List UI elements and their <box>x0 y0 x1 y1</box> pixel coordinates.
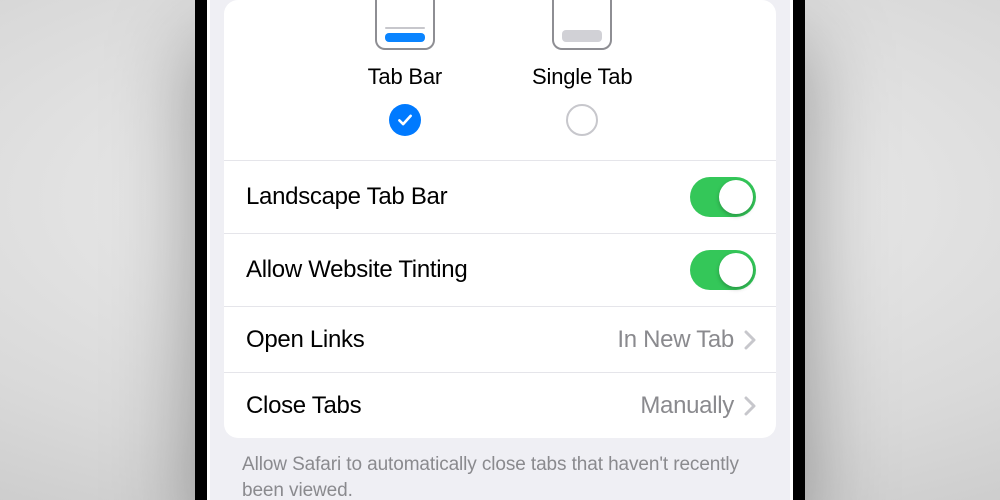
row-value: In New Tab <box>617 326 734 354</box>
row-label: Allow Website Tinting <box>246 256 467 284</box>
row-label: Open Links <box>246 326 364 354</box>
row-value: Manually <box>640 392 734 420</box>
chevron-right-icon <box>744 330 756 350</box>
row-close-tabs[interactable]: Close Tabs Manually <box>224 372 776 438</box>
section-footer-text: Allow Safari to automatically close tabs… <box>216 438 784 500</box>
chevron-right-icon <box>744 396 756 416</box>
row-label: Close Tabs <box>246 392 361 420</box>
tab-style-option-tabbar[interactable]: Tab Bar <box>368 0 442 136</box>
row-landscape-tab-bar: Landscape Tab Bar <box>224 160 776 233</box>
tabbar-preview-icon <box>375 0 435 50</box>
radio-selected-icon <box>389 104 421 136</box>
tab-style-label: Single Tab <box>532 64 632 90</box>
switch-allow-website-tinting[interactable] <box>690 250 756 290</box>
settings-screen: Tab Bar Single Tab Landscape Tab Bar All… <box>207 0 793 500</box>
tab-style-option-single[interactable]: Single Tab <box>532 0 632 136</box>
row-label: Landscape Tab Bar <box>246 183 447 211</box>
radio-unselected-icon <box>566 104 598 136</box>
phone-frame: Tab Bar Single Tab Landscape Tab Bar All… <box>195 0 805 500</box>
row-allow-website-tinting: Allow Website Tinting <box>224 233 776 306</box>
singletab-preview-icon <box>552 0 612 50</box>
switch-landscape-tab-bar[interactable] <box>690 177 756 217</box>
tab-style-label: Tab Bar <box>368 64 442 90</box>
tab-style-picker: Tab Bar Single Tab <box>224 0 776 160</box>
tabs-settings-card: Tab Bar Single Tab Landscape Tab Bar All… <box>224 0 776 438</box>
row-open-links[interactable]: Open Links In New Tab <box>224 306 776 372</box>
